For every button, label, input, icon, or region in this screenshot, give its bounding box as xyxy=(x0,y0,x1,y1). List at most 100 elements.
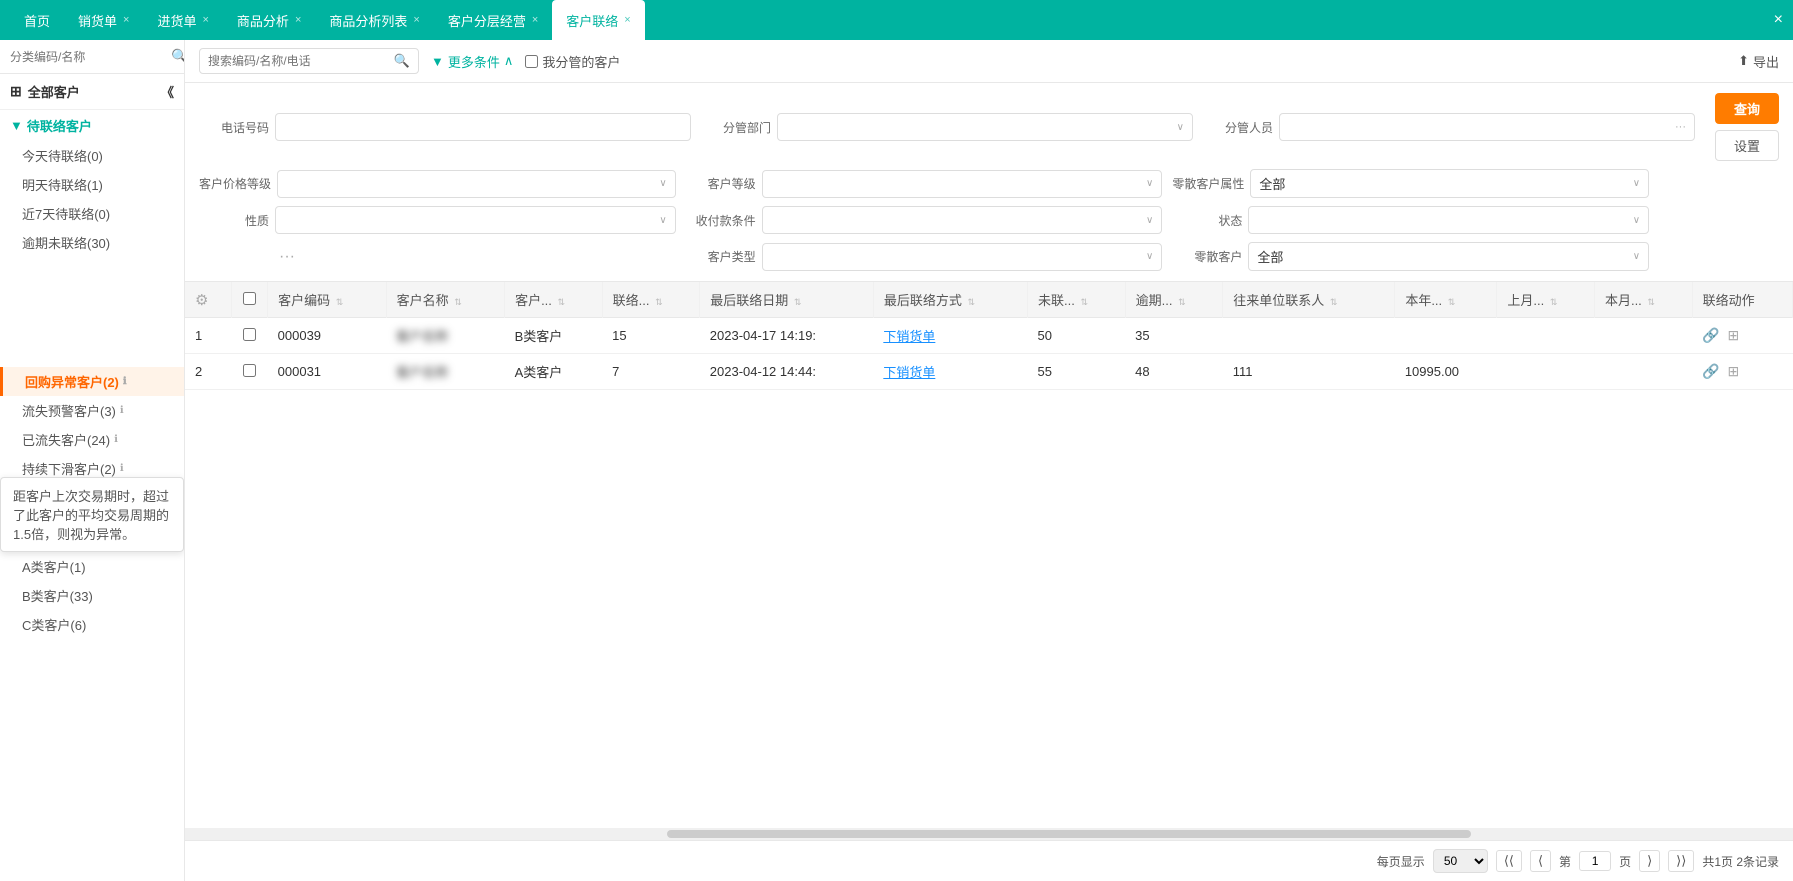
col-code-header[interactable]: 客户编码 ⇅ xyxy=(268,282,386,318)
row2-last-method-link[interactable]: 下销货单 xyxy=(883,365,935,380)
close-all-tabs[interactable]: × xyxy=(1774,11,1783,29)
nav-product-analysis-close[interactable]: × xyxy=(295,14,301,26)
sidebar-all-customers[interactable]: ⊞ 全部客户 《 xyxy=(0,74,184,110)
page-input[interactable] xyxy=(1579,851,1611,871)
dots-btn[interactable]: ··· xyxy=(275,248,299,266)
filter-bar: 🔍 ▼ 更多条件 ∧ 我分管的客户 ⬆ 导出 xyxy=(185,40,1793,83)
adv-filters-row3: 性质 ∨ 收付款条件 ∨ 状态 xyxy=(199,206,1779,234)
sidebar-item-tomorrow[interactable]: 明天待联络(1) xyxy=(0,170,184,199)
nav-customer-contact[interactable]: 客户联络 × xyxy=(552,0,644,40)
next-page-btn[interactable]: ⟩ xyxy=(1639,850,1660,872)
nav-sales-order-close[interactable]: × xyxy=(123,14,129,26)
row1-link-icon[interactable]: 🔗 xyxy=(1702,327,1719,344)
row1-grid-icon[interactable]: ⊞ xyxy=(1728,327,1740,344)
sidebar-item-overdue[interactable]: 逾期未联络(30) xyxy=(0,228,184,257)
nav-customer-segment[interactable]: 客户分层经营 × xyxy=(434,0,552,40)
row2-link-icon[interactable]: 🔗 xyxy=(1702,363,1719,380)
field-dept-input[interactable]: ∨ xyxy=(777,113,1193,141)
col-actions-header: 联络动作 xyxy=(1692,282,1792,318)
select-all-checkbox[interactable] xyxy=(243,292,256,305)
field-scattered-cust-input[interactable]: 全部 ∨ xyxy=(1248,242,1649,271)
nav-purchase-order[interactable]: 进货单 × xyxy=(143,0,222,40)
field-cust-type-label: 客户类型 xyxy=(686,248,756,265)
col-last-date-header[interactable]: 最后联络日期 ⇅ xyxy=(700,282,874,318)
export-btn[interactable]: ⬆ 导出 xyxy=(1738,52,1779,71)
field-nature-input[interactable]: ∨ xyxy=(275,206,676,234)
field-status-input[interactable]: ∨ xyxy=(1248,206,1649,234)
table-row: 1 000039 客户名称 B类客户 15 2023-04-17 14:19: … xyxy=(185,318,1793,354)
my-customers-checkbox[interactable] xyxy=(525,55,538,68)
sidebar-item-b-class[interactable]: B类客户(33) xyxy=(0,581,184,610)
row2-last-method: 下销货单 xyxy=(873,354,1027,390)
col-not-contact-header[interactable]: 未联... ⇅ xyxy=(1028,282,1126,318)
field-cust-level-input[interactable]: ∨ xyxy=(762,170,1163,198)
sidebar-item-a-class[interactable]: A类客户(1) xyxy=(0,552,184,581)
row2-code: 000031 xyxy=(268,354,386,390)
field-phone-input[interactable] xyxy=(275,113,691,141)
sidebar-item-repurchase-abnormal[interactable]: 回购异常客户(2) ℹ xyxy=(0,367,184,396)
sidebar-search-input[interactable] xyxy=(10,50,165,64)
sidebar-item-7days[interactable]: 近7天待联络(0) xyxy=(0,199,184,228)
field-phone-label: 电话号码 xyxy=(199,119,269,136)
col-contact-header[interactable]: 联络... ⇅ xyxy=(602,282,700,318)
sidebar-group-pending[interactable]: ▼ 待联络客户 xyxy=(0,110,184,141)
field-dept: 分管部门 ∨ xyxy=(701,113,1193,141)
col-level-header[interactable]: 客户... ⇅ xyxy=(505,282,603,318)
nav-home[interactable]: 首页 xyxy=(10,0,64,40)
horizontal-scrollbar[interactable] xyxy=(185,828,1793,840)
col-person-header[interactable]: 往来单位联系人 ⇅ xyxy=(1223,282,1395,318)
last-page-btn[interactable]: ⟩⟩ xyxy=(1668,850,1694,872)
col-name-header[interactable]: 客户名称 ⇅ xyxy=(386,282,504,318)
settings-btn[interactable]: 设置 xyxy=(1715,130,1779,161)
field-person-input[interactable]: ··· xyxy=(1279,113,1695,141)
prev-page-btn[interactable]: ⟨ xyxy=(1530,850,1551,872)
col-overdue-header[interactable]: 逾期... ⇅ xyxy=(1125,282,1223,318)
row1-select[interactable] xyxy=(243,328,256,341)
sidebar-item-churned[interactable]: 已流失客户(24) ℹ xyxy=(0,425,184,454)
filter-search-input[interactable] xyxy=(208,54,388,68)
col-last-month-header[interactable]: 上月... ⇅ xyxy=(1497,282,1595,318)
row2-this-year: 10995.00 xyxy=(1395,354,1497,390)
row1-overdue: 35 xyxy=(1125,318,1223,354)
dept-dropdown-arrow: ∨ xyxy=(1177,122,1184,133)
col-this-month-header[interactable]: 本月... ⇅ xyxy=(1594,282,1692,318)
nav-purchase-order-close[interactable]: × xyxy=(202,14,208,26)
scattered-attr-arrow: ∨ xyxy=(1633,178,1640,189)
field-cust-type-input[interactable]: ∨ xyxy=(762,243,1163,271)
col-last-method-header[interactable]: 最后联络方式 ⇅ xyxy=(873,282,1027,318)
per-page-select[interactable]: 50 20 100 xyxy=(1433,849,1488,873)
churn-warning-info-icon: ℹ xyxy=(120,405,124,416)
nav-customer-contact-close[interactable]: × xyxy=(624,14,630,26)
field-scattered-attr-input[interactable]: 全部 ∨ xyxy=(1250,169,1649,198)
nav-sales-order[interactable]: 销货单 × xyxy=(64,0,143,40)
row2-select[interactable] xyxy=(243,364,256,377)
row2-checkbox xyxy=(232,354,268,390)
filter-search-icon[interactable]: 🔍 xyxy=(394,53,410,69)
field-price-level-input[interactable]: ∨ xyxy=(277,170,676,198)
table-settings-gear[interactable]: ⚙ xyxy=(195,292,208,309)
col-this-year-header[interactable]: 本年... ⇅ xyxy=(1395,282,1497,318)
row2-grid-icon[interactable]: ⊞ xyxy=(1728,363,1740,380)
sidebar-item-churn-warning[interactable]: 流失预警客户(3) ℹ xyxy=(0,396,184,425)
first-page-btn[interactable]: ⟨⟨ xyxy=(1496,850,1522,872)
nav-product-analysis-list[interactable]: 商品分析列表 × xyxy=(315,0,433,40)
sidebar-search-icon[interactable]: 🔍 xyxy=(171,48,185,65)
my-customers-checkbox-label[interactable]: 我分管的客户 xyxy=(525,52,620,71)
scroll-thumb[interactable] xyxy=(667,830,1471,838)
field-payment-input[interactable]: ∨ xyxy=(762,206,1163,234)
query-btn[interactable]: 查询 xyxy=(1715,93,1779,124)
price-level-arrow: ∨ xyxy=(659,178,666,189)
person-dots[interactable]: ··· xyxy=(1675,121,1686,133)
sidebar-search-area: 🔍 xyxy=(0,40,184,74)
filter-icon: ▼ xyxy=(431,54,444,69)
field-dots: ··· xyxy=(199,248,676,266)
nav-product-analysis[interactable]: 商品分析 × xyxy=(223,0,315,40)
page-suffix: 页 xyxy=(1619,853,1631,870)
sidebar-item-c-class[interactable]: C类客户(6) xyxy=(0,610,184,639)
row1-last-method-link[interactable]: 下销货单 xyxy=(883,329,935,344)
sidebar-collapse-icon[interactable]: 《 xyxy=(161,82,174,101)
filter-more-btn[interactable]: ▼ 更多条件 ∧ xyxy=(431,52,513,71)
nav-product-analysis-list-close[interactable]: × xyxy=(413,14,419,26)
sidebar-item-today[interactable]: 今天待联络(0) xyxy=(0,141,184,170)
nav-customer-segment-close[interactable]: × xyxy=(532,14,538,26)
